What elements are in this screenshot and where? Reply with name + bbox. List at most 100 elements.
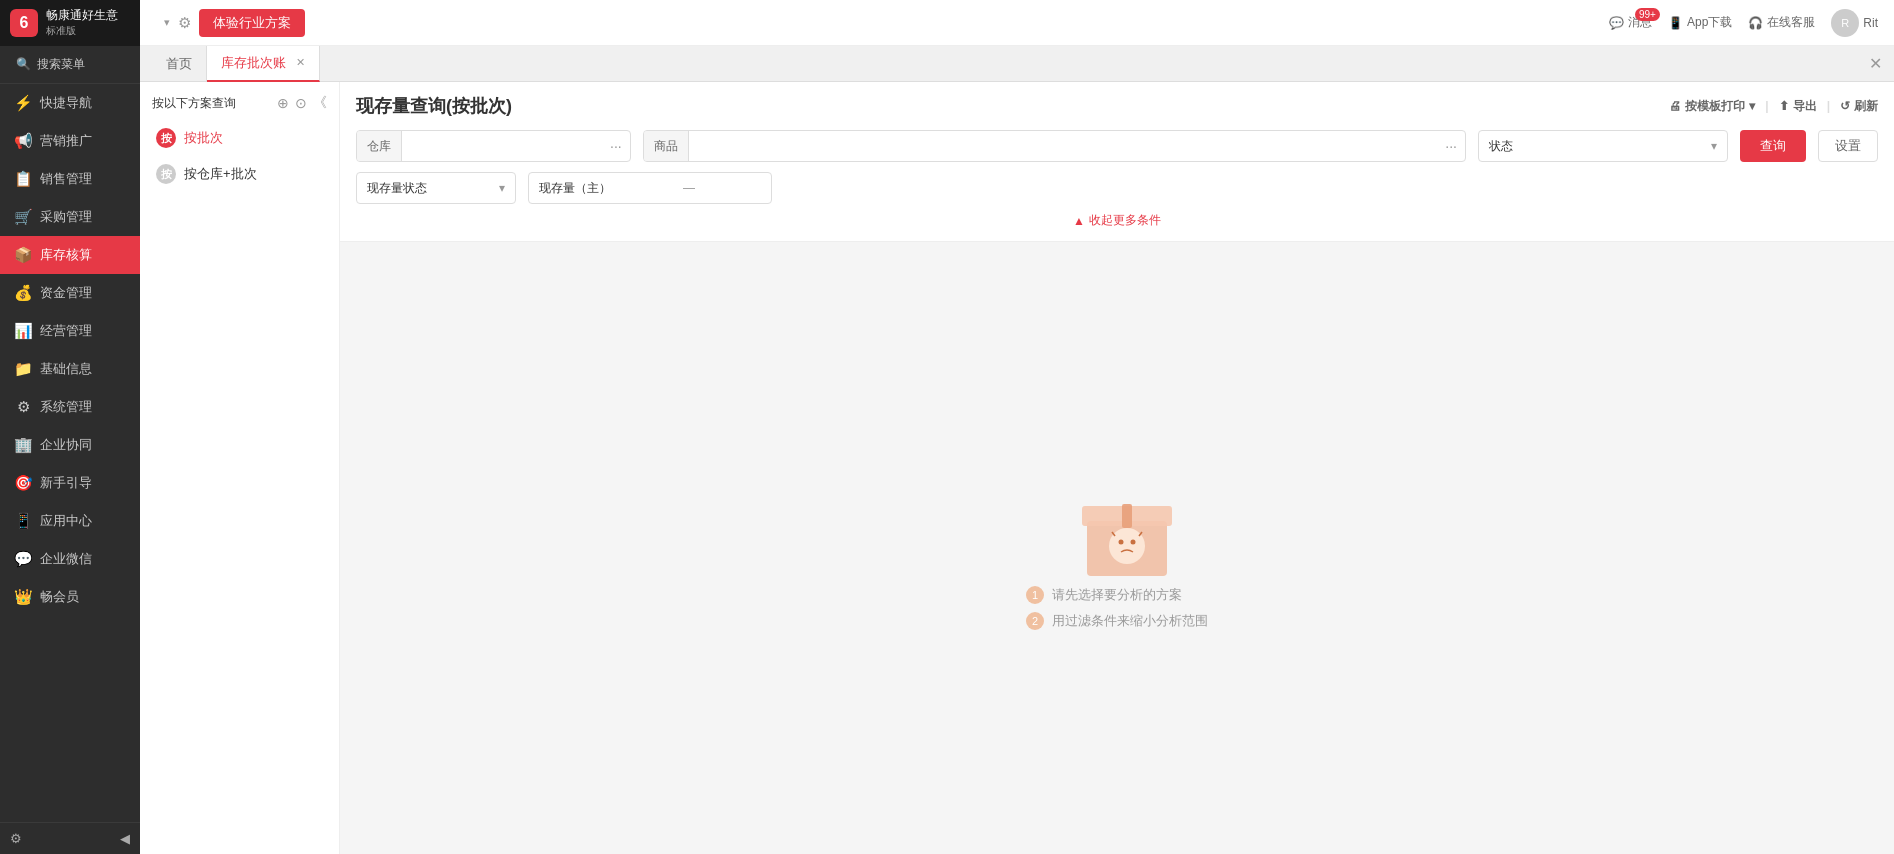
finance-icon: 💰	[14, 284, 32, 302]
operation-icon: 📊	[14, 322, 32, 340]
topbar-dropdown-btn[interactable]: ▾	[164, 16, 170, 29]
main-panel: 现存量查询(按批次) 🖨 按模板打印 ▾ | ⬆ 导出 |	[340, 82, 1894, 854]
sidebar-item-label: 企业微信	[40, 550, 92, 568]
main-area: ▾ ⚙ 体验行业方案 💬 消息 99+ 📱 App下载 🎧 在线客服 R Rit	[140, 0, 1894, 854]
tip-num-2: 2	[1026, 612, 1044, 630]
members-icon: 👑	[14, 588, 32, 606]
scheme-section-title: 按以下方案查询	[152, 95, 236, 112]
print-template-btn[interactable]: 🖨 按模板打印 ▾	[1669, 98, 1755, 115]
sidebar-scroll: ⚡ 快捷导航 📢 营销推广 📋 销售管理 🛒 采购管理 📦 库存核算 💰 资金管…	[0, 84, 140, 822]
sidebar-item-system[interactable]: ⚙ 系统管理	[0, 388, 140, 426]
sidebar-item-inventory[interactable]: 📦 库存核算	[0, 236, 140, 274]
message-btn[interactable]: 💬 消息 99+	[1609, 14, 1652, 31]
sidebar-item-quick-nav[interactable]: ⚡ 快捷导航	[0, 84, 140, 122]
warehouse-filter[interactable]: 仓库 ···	[356, 130, 631, 162]
sidebar-item-label: 快捷导航	[40, 94, 92, 112]
sidebar-item-finance[interactable]: 💰 资金管理	[0, 274, 140, 312]
appstore-icon: 📱	[14, 512, 32, 530]
left-panel-header: 按以下方案查询 ⊕ ⊙ 《	[140, 94, 339, 120]
tip-num-1: 1	[1026, 586, 1044, 604]
tab-close-btn[interactable]: ✕	[296, 56, 305, 69]
content-area: 按以下方案查询 ⊕ ⊙ 《 按 按批次 按 按仓库+批次 现存量查询(按	[140, 82, 1894, 854]
goods-dots[interactable]: ···	[1437, 138, 1465, 154]
empty-tip-2: 2 用过滤条件来缩小分析范围	[1026, 612, 1208, 630]
sidebar-item-appstore[interactable]: 📱 应用中心	[0, 502, 140, 540]
add-scheme-btn[interactable]: ⊕	[277, 95, 289, 111]
quick-nav-icon: ⚡	[14, 94, 32, 112]
panel-close-btn[interactable]: ✕	[1869, 54, 1882, 73]
inventory-qty-label: 现存量（主）	[539, 180, 611, 197]
scheme-settings-btn[interactable]: ⊙	[295, 95, 307, 111]
tab-home[interactable]: 首页	[152, 46, 207, 82]
svg-point-4	[1119, 540, 1124, 545]
system-icon: ⚙	[14, 398, 32, 416]
tip-text-1: 请先选择要分析的方案	[1052, 586, 1182, 604]
warehouse-dots[interactable]: ···	[602, 138, 630, 154]
sidebar-item-marketing[interactable]: 📢 营销推广	[0, 122, 140, 160]
sidebar-item-members[interactable]: 👑 畅会员	[0, 578, 140, 616]
sidebar-item-operation[interactable]: 📊 经营管理	[0, 312, 140, 350]
sidebar-item-label: 畅会员	[40, 588, 79, 606]
inventory-status-filter[interactable]: 现存量状态 ▾	[356, 172, 516, 204]
phone-icon: 📱	[1668, 16, 1683, 30]
qty-min-input[interactable]	[617, 181, 677, 195]
sidebar-item-wechat[interactable]: 💬 企业微信	[0, 540, 140, 578]
scheme-item-warehouse-batch[interactable]: 按 按仓库+批次	[140, 156, 339, 192]
message-badge: 99+	[1635, 8, 1660, 21]
page-title-row: 现存量查询(按批次) 🖨 按模板打印 ▾ | ⬆ 导出 |	[356, 94, 1878, 118]
online-service-btn[interactable]: 🎧 在线客服	[1748, 14, 1815, 31]
header-actions: 🖨 按模板打印 ▾ | ⬆ 导出 | ↺ 刷新	[1669, 98, 1878, 115]
newbie-icon: 🎯	[14, 474, 32, 492]
export-icon: ⬆	[1779, 99, 1789, 113]
headset-icon: 🎧	[1748, 16, 1763, 30]
status-dropdown-icon: ▾	[1711, 139, 1717, 153]
app-logo: 6	[10, 9, 38, 37]
qty-max-input[interactable]	[701, 181, 761, 195]
tab-inventory-batch[interactable]: 库存批次账 ✕	[207, 46, 320, 82]
app-download-btn[interactable]: 📱 App下载	[1668, 14, 1732, 31]
scheme-label-batch: 按批次	[184, 129, 223, 147]
enterprise-icon: 🏢	[14, 436, 32, 454]
experience-btn[interactable]: 体验行业方案	[199, 9, 305, 37]
filter-settings-btn[interactable]: 设置	[1818, 130, 1878, 162]
app-version: 标准版	[46, 24, 118, 38]
filter-row-2: 现存量状态 ▾ 现存量（主） —	[356, 172, 1878, 204]
user-avatar-btn[interactable]: R Rit	[1831, 9, 1878, 37]
svg-rect-2	[1122, 504, 1132, 528]
sidebar-item-basic[interactable]: 📁 基础信息	[0, 350, 140, 388]
scheme-item-batch[interactable]: 按 按批次	[140, 120, 339, 156]
sidebar-settings-btn[interactable]: ⚙	[10, 831, 22, 846]
collapse-bar[interactable]: ▲ 收起更多条件	[356, 204, 1878, 229]
sidebar-item-enterprise[interactable]: 🏢 企业协同	[0, 426, 140, 464]
sidebar-item-newbie[interactable]: 🎯 新手引导	[0, 464, 140, 502]
sidebar-item-purchase[interactable]: 🛒 采购管理	[0, 198, 140, 236]
print-dropdown-icon: ▾	[1749, 99, 1755, 113]
empty-state: 1 请先选择要分析的方案 2 用过滤条件来缩小分析范围	[340, 242, 1894, 854]
marketing-icon: 📢	[14, 132, 32, 150]
warehouse-input[interactable]	[402, 131, 602, 161]
sidebar-item-label: 企业协同	[40, 436, 92, 454]
wechat-icon: 💬	[14, 550, 32, 568]
goods-input[interactable]	[689, 131, 1438, 161]
export-btn[interactable]: ⬆ 导出	[1779, 98, 1817, 115]
refresh-btn[interactable]: ↺ 刷新	[1840, 98, 1878, 115]
empty-illustration	[1067, 466, 1167, 566]
query-btn[interactable]: 查询	[1740, 130, 1806, 162]
svg-point-5	[1131, 540, 1136, 545]
tab-home-label: 首页	[166, 55, 192, 73]
topbar-gear-btn[interactable]: ⚙	[178, 14, 191, 32]
scheme-icon-warehouse-batch: 按	[156, 164, 176, 184]
empty-tips: 1 请先选择要分析的方案 2 用过滤条件来缩小分析范围	[1026, 586, 1208, 630]
status-filter[interactable]: 状态 ▾	[1478, 130, 1728, 162]
goods-filter[interactable]: 商品 ···	[643, 130, 1466, 162]
search-menu-btn[interactable]: 🔍 搜索菜单	[10, 52, 130, 77]
sidebar-item-label: 库存核算	[40, 246, 92, 264]
sidebar-collapse-btn[interactable]: ◀	[120, 831, 130, 846]
sidebar-item-sales[interactable]: 📋 销售管理	[0, 160, 140, 198]
tabbar: 首页 库存批次账 ✕ ✕	[140, 46, 1894, 82]
empty-tip-1: 1 请先选择要分析的方案	[1026, 586, 1208, 604]
sidebar-footer: ⚙ ◀	[0, 822, 140, 854]
sidebar-header: 6 畅康通好生意 标准版	[0, 0, 140, 46]
scheme-collapse-btn[interactable]: 《	[313, 94, 327, 112]
inventory-icon: 📦	[14, 246, 32, 264]
